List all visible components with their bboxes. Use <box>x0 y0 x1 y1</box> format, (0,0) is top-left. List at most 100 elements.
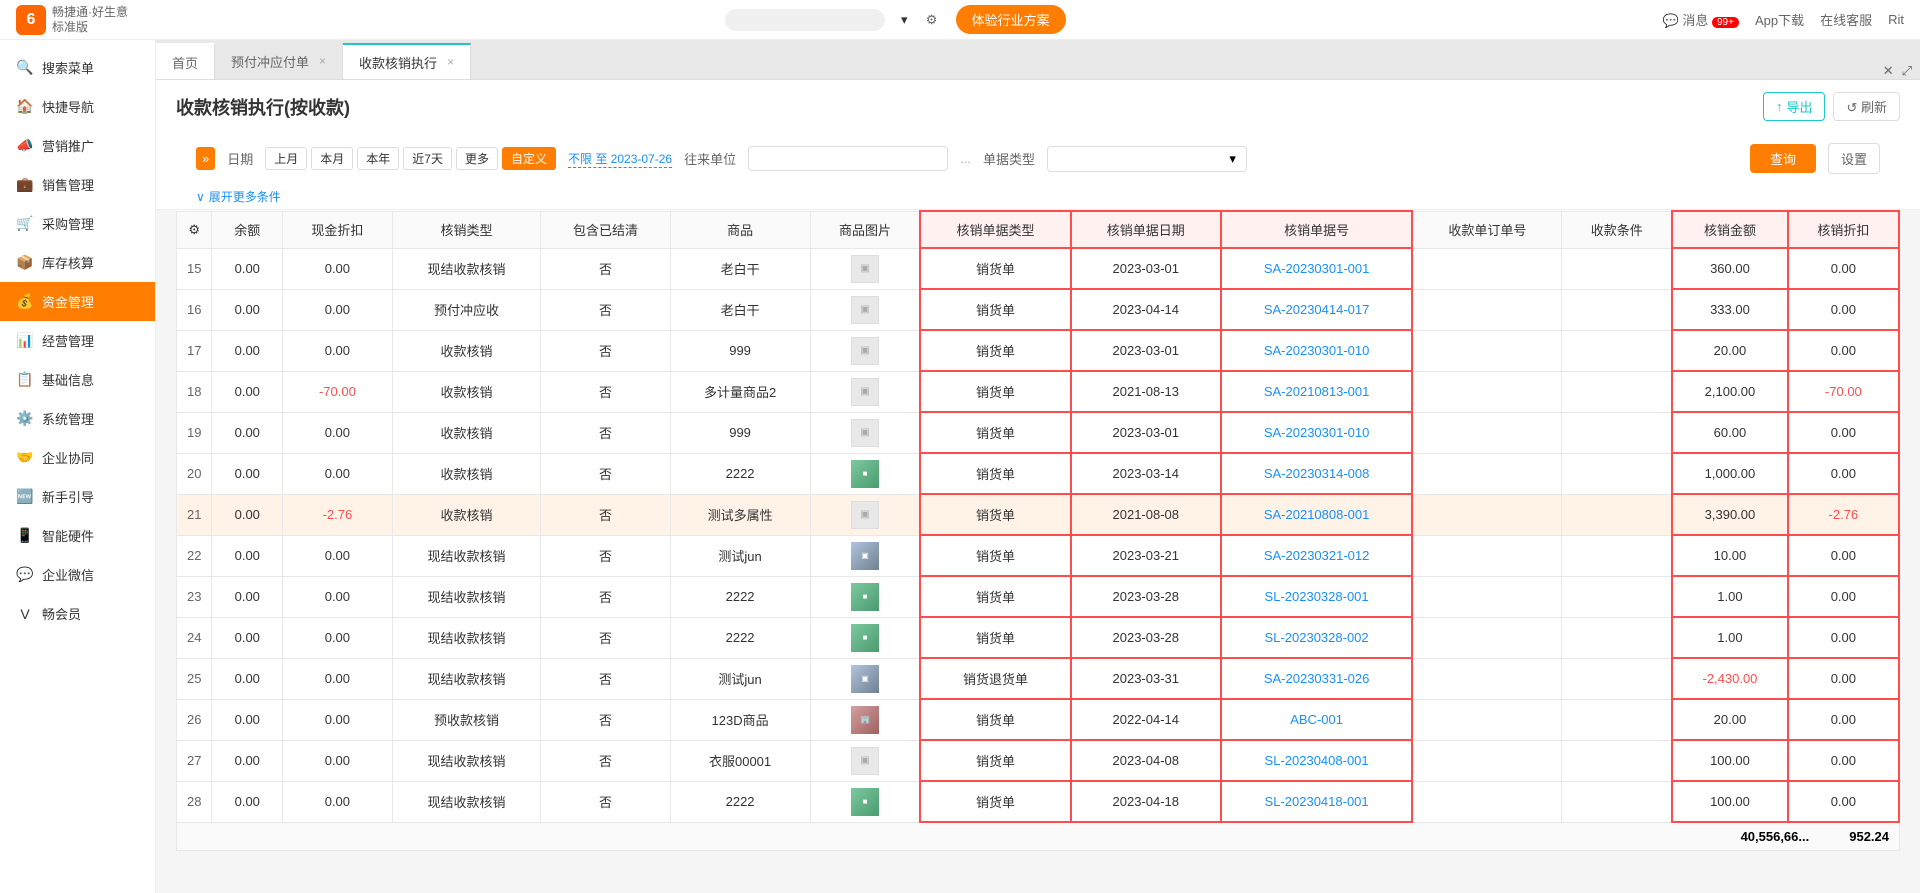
verify-number-link[interactable]: SA-20230331-026 <box>1264 671 1370 686</box>
filter-dots: ... <box>960 151 971 166</box>
setting-button[interactable]: 设置 <box>1828 143 1880 174</box>
tab-prepay-label: 预付冲应付单 <box>231 52 309 71</box>
td-receipt-condition <box>1562 289 1672 330</box>
app-download-link[interactable]: App下载 <box>1755 10 1804 29</box>
td-receipt-condition <box>1562 699 1672 740</box>
search-input[interactable] <box>725 9 885 31</box>
tab-prepay[interactable]: 预付冲应付单 × <box>215 43 343 79</box>
sidebar-item-system[interactable]: ⚙️ 系统管理 <box>0 399 155 438</box>
topbar-dropdown[interactable]: ▾ <box>897 12 908 28</box>
online-service-link[interactable]: 在线客服 <box>1820 10 1872 29</box>
verify-number-link[interactable]: SA-20230321-012 <box>1264 548 1370 563</box>
close-tab-icon[interactable]: ✕ <box>1883 63 1894 79</box>
sidebar-item-finance[interactable]: 💰 资金管理 <box>0 282 155 321</box>
solution-button[interactable]: 体验行业方案 <box>956 5 1066 34</box>
smart-hw-icon: 📱 <box>16 527 34 545</box>
verify-number-link[interactable]: ABC-001 <box>1290 712 1343 727</box>
date-btn-more[interactable]: 更多 <box>456 147 498 170</box>
td-verify-date: 2023-03-28 <box>1071 576 1221 617</box>
td-goods-img: ▣ <box>810 248 920 289</box>
voucher-type-label: 单据类型 <box>983 149 1035 168</box>
footer-verify-discount: 952.24 <box>1849 829 1889 844</box>
verify-number-link[interactable]: SL-20230418-001 <box>1265 794 1369 809</box>
sidebar-item-vip[interactable]: V 畅会员 <box>0 594 155 633</box>
verify-number-link[interactable]: SL-20230328-002 <box>1265 630 1369 645</box>
sidebar-item-search[interactable]: 🔍 搜索菜单 <box>0 48 155 87</box>
tab-prepay-close[interactable]: × <box>319 54 326 68</box>
verify-number-link[interactable]: SA-20230414-017 <box>1264 302 1370 317</box>
td-balance: 0.00 <box>212 412 283 453</box>
td-goods: 多计量商品2 <box>670 371 810 412</box>
collapse-filter-icon[interactable]: » <box>196 147 215 170</box>
expand-tab-icon[interactable]: ⤢ <box>1902 63 1912 79</box>
sidebar-item-smart-hw[interactable]: 📱 智能硬件 <box>0 516 155 555</box>
verify-number-link[interactable]: SA-20230301-010 <box>1264 425 1370 440</box>
verify-number-link[interactable]: SA-20230314-008 <box>1264 466 1370 481</box>
date-btn-custom[interactable]: 自定义 <box>502 147 556 170</box>
tab-receivable-close[interactable]: × <box>447 55 454 69</box>
td-verify-type: 收款核销 <box>392 494 541 535</box>
td-verify-type: 现结收款核销 <box>392 617 541 658</box>
main-layout: 🔍 搜索菜单 🏠 快捷导航 📣 营销推广 💼 销售管理 🛒 采购管理 📦 库存核… <box>0 40 1920 893</box>
tab-home[interactable]: 首页 <box>156 43 215 79</box>
td-goods-img: ▣ <box>810 740 920 781</box>
td-balance: 0.00 <box>212 453 283 494</box>
sidebar-item-enterprise-coop[interactable]: 🤝 企业协同 <box>0 438 155 477</box>
sidebar-item-quicknav[interactable]: 🏠 快捷导航 <box>0 87 155 126</box>
td-cash-discount: 0.00 <box>283 658 393 699</box>
td-include-settled: 否 <box>541 617 670 658</box>
sidebar-item-label: 营销推广 <box>42 136 94 155</box>
messages-link[interactable]: 💬 消息 99+ <box>1663 10 1739 29</box>
sidebar-item-label: 智能硬件 <box>42 526 94 545</box>
td-verify-date: 2021-08-08 <box>1071 494 1221 535</box>
td-balance: 0.00 <box>212 740 283 781</box>
td-no: 28 <box>177 781 212 822</box>
counterparty-input[interactable] <box>748 146 948 171</box>
sidebar-item-guide[interactable]: 🆕 新手引导 <box>0 477 155 516</box>
date-btn-this-year[interactable]: 本年 <box>357 147 399 170</box>
sidebar-item-basic-info[interactable]: 📋 基础信息 <box>0 360 155 399</box>
td-verify-discount: -2.76 <box>1788 494 1899 535</box>
date-btn-7days[interactable]: 近7天 <box>403 147 452 170</box>
settings-icon[interactable]: ⚙ <box>920 8 944 32</box>
td-include-settled: 否 <box>541 248 670 289</box>
td-goods-img: ■ <box>810 617 920 658</box>
voucher-type-select[interactable]: ▾ <box>1047 146 1247 172</box>
td-verify-voucher-type: 销货单 <box>920 453 1070 494</box>
refresh-button[interactable]: ↺ 刷新 <box>1833 92 1900 121</box>
sidebar-item-purchase[interactable]: 🛒 采购管理 <box>0 204 155 243</box>
sidebar-item-inventory[interactable]: 📦 库存核算 <box>0 243 155 282</box>
verify-number-link[interactable]: SA-20230301-010 <box>1264 343 1370 358</box>
td-cash-discount: 0.00 <box>283 576 393 617</box>
verify-number-link[interactable]: SA-20210813-001 <box>1264 384 1370 399</box>
verify-number-link[interactable]: SA-20210808-001 <box>1264 507 1370 522</box>
sidebar-item-sales[interactable]: 💼 销售管理 <box>0 165 155 204</box>
verify-number-link[interactable]: SL-20230408-001 <box>1265 753 1369 768</box>
sidebar-item-label: 企业协同 <box>42 448 94 467</box>
td-balance: 0.00 <box>212 289 283 330</box>
sidebar-item-label: 销售管理 <box>42 175 94 194</box>
td-verify-number: SA-20230414-017 <box>1221 289 1413 330</box>
date-range-display[interactable]: 不限 至 2023-07-26 <box>568 150 672 168</box>
query-button[interactable]: 查询 <box>1750 144 1816 173</box>
th-receipt-condition: 收款条件 <box>1562 211 1672 248</box>
td-receipt-condition <box>1562 781 1672 822</box>
expand-more-bar[interactable]: ∨ 展开更多条件 <box>196 188 1880 205</box>
td-verify-amount: 3,390.00 <box>1672 494 1788 535</box>
date-btn-this-month[interactable]: 本月 <box>311 147 353 170</box>
verify-number-link[interactable]: SL-20230328-001 <box>1265 589 1369 604</box>
user-name[interactable]: Rit <box>1888 12 1904 27</box>
td-receipt-order <box>1412 453 1561 494</box>
export-button[interactable]: ↑ 导出 <box>1763 92 1826 121</box>
sidebar-item-business[interactable]: 📊 经营管理 <box>0 321 155 360</box>
date-btn-last-month[interactable]: 上月 <box>265 147 307 170</box>
sidebar-item-label: 库存核算 <box>42 253 94 272</box>
verify-number-link[interactable]: SA-20230301-001 <box>1264 261 1370 276</box>
td-no: 22 <box>177 535 212 576</box>
td-receipt-condition <box>1562 576 1672 617</box>
td-goods-img: ■ <box>810 781 920 822</box>
th-settings[interactable]: ⚙ <box>177 211 212 248</box>
sidebar-item-enterprise-wechat[interactable]: 💬 企业微信 <box>0 555 155 594</box>
sidebar-item-marketing[interactable]: 📣 营销推广 <box>0 126 155 165</box>
tab-receivable[interactable]: 收款核销执行 × <box>343 43 471 79</box>
